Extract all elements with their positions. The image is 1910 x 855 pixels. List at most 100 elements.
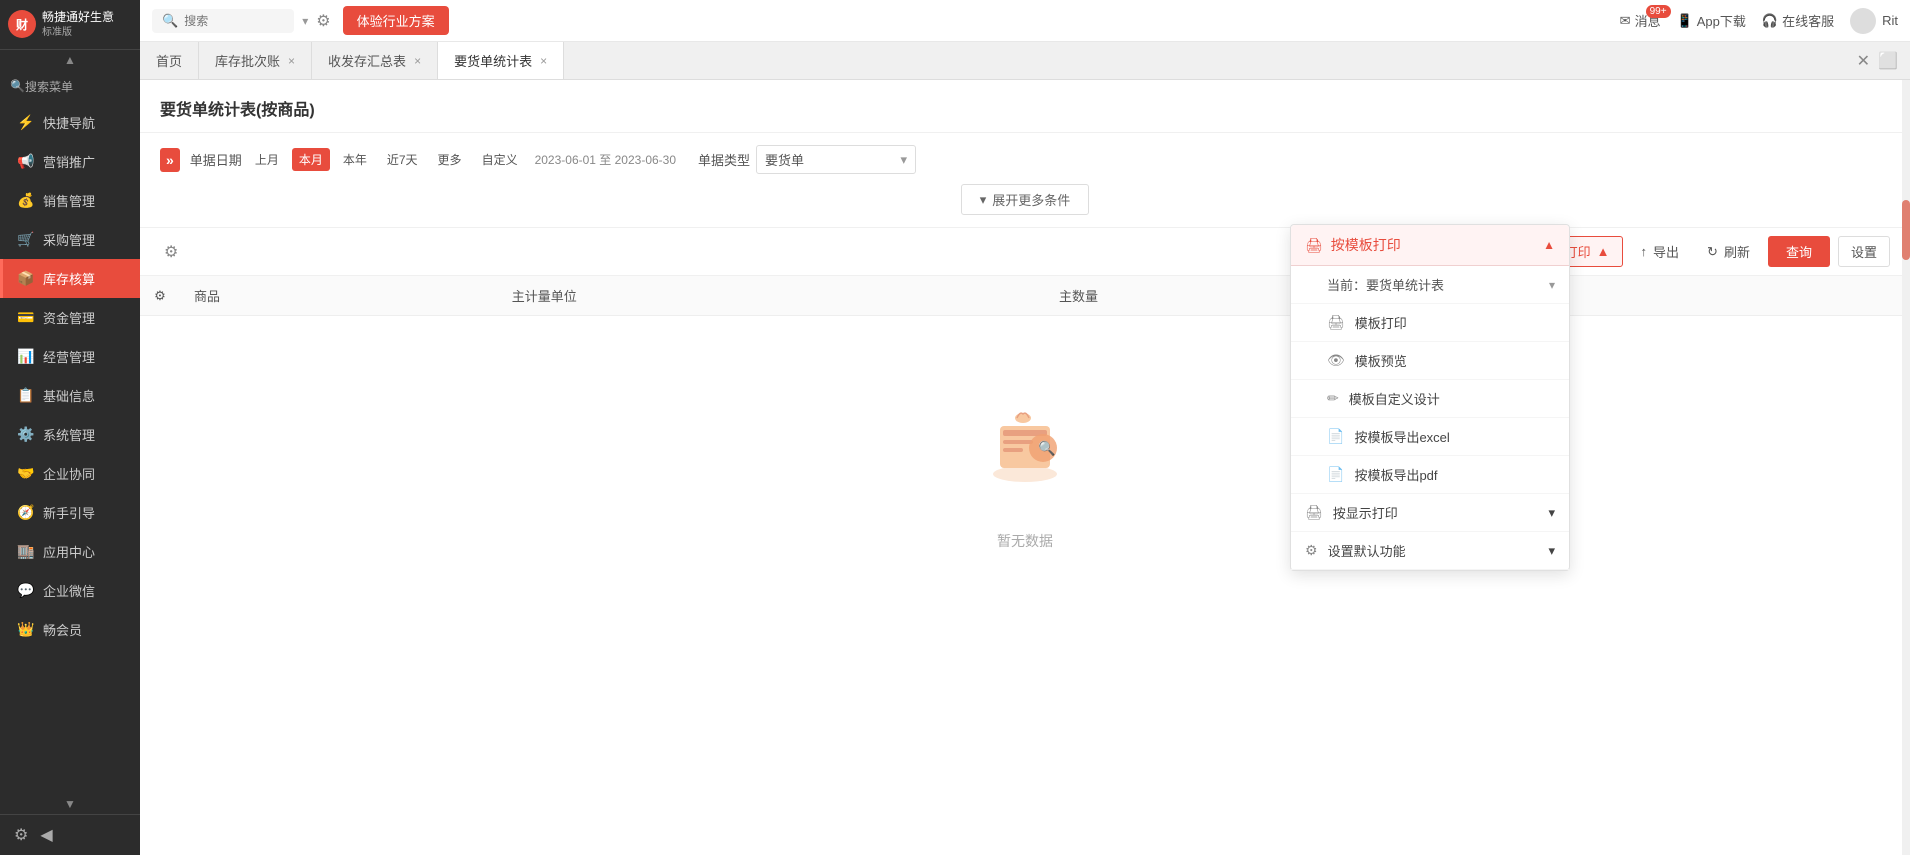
dropdown-set-default-left: ⚙ 设置默认功能 [1305,541,1406,560]
tab-receivable-summary-close[interactable]: × [414,54,421,68]
sidebar-item-sales[interactable]: 💰 销售管理 [0,181,140,220]
type-filter-select[interactable]: 要货单 ▾ [756,145,916,174]
sidebar-item-system[interactable]: ⚙️ 系统管理 [0,415,140,454]
edit-icon: ✏ [1327,390,1339,407]
printer-icon-dropdown: 🖨 [1305,237,1323,254]
tab-home[interactable]: 首页 [140,42,199,80]
topbar-chevron-icon[interactable]: ▾ [302,14,308,28]
tab-bar: 首页 库存批次账 × 收发存汇总表 × 要货单统计表 × ✕ ⬜ [140,42,1910,80]
date-custom-btn[interactable]: 自定义 [475,148,525,171]
topbar-search-box[interactable]: 🔍 [152,9,294,33]
close-window-icon[interactable]: ✕ [1857,51,1870,71]
logo-text: 畅捷通好生意 标准版 [42,10,114,39]
th-product: 商品 [180,276,498,316]
service-icon: 🎧 [1762,13,1778,29]
data-table: ⚙ 商品 主计量单位 主数量 零售金额 [140,276,1910,316]
sidebar-item-label: 经营管理 [43,347,95,366]
date-prev-month-btn[interactable]: 上月 [248,148,286,171]
sidebar-item-marketing[interactable]: 📢 营销推广 [0,142,140,181]
sidebar-item-guide[interactable]: 🧭 新手引导 [0,493,140,532]
sidebar-scroll-up[interactable]: ▲ [0,50,140,70]
sidebar-item-basic[interactable]: 📋 基础信息 [0,376,140,415]
dropdown-item-display-print[interactable]: 🖨 按显示打印 ▾ [1291,494,1569,532]
dropdown-current-label: 当前：要货单统计表 [1327,275,1444,294]
date-current-month-btn[interactable]: 本月 [292,148,330,171]
query-btn[interactable]: 查询 [1768,236,1830,267]
refresh-btn[interactable]: ↻ 刷新 [1697,237,1760,266]
messages-btn[interactable]: ✉ 消息 99+ [1620,11,1661,30]
date-filter-label: 单据日期 [190,150,242,169]
sidebar-item-wxwork[interactable]: 💬 企业微信 [0,571,140,610]
topbar-gear-icon[interactable]: ⚙ [316,11,330,31]
empty-state-text: 暂无数据 [997,531,1053,551]
dropdown-header-left: 🖨 按模板打印 [1305,235,1401,255]
settings-btn[interactable]: 设置 [1838,236,1890,267]
sidebar-item-label: 畅会员 [43,620,82,639]
dropdown-item-export-pdf[interactable]: 📄 按模板导出pdf [1291,456,1569,494]
nav-icon-purchase: 🛒 [17,230,35,248]
download-icon: 📱 [1677,13,1693,29]
tab-order-summary[interactable]: 要货单统计表 × [438,42,564,80]
tab-receivable-summary[interactable]: 收发存汇总表 × [312,42,438,80]
sidebar-item-label: 快捷导航 [43,113,95,132]
dropdown-item-template-design-label: 模板自定义设计 [1349,389,1440,408]
gear-icon: ⚙ [164,244,178,261]
sidebar-item-appstore[interactable]: 🏬 应用中心 [0,532,140,571]
dropdown-item-template-print[interactable]: 🖨 模板打印 [1291,304,1569,342]
date-last7days-btn[interactable]: 近7天 [380,148,425,171]
sidebar-item-purchase[interactable]: 🛒 采购管理 [0,220,140,259]
settings-icon[interactable]: ⚙ [14,825,28,845]
search-input[interactable] [184,14,284,28]
trial-btn[interactable]: 体验行业方案 [343,6,449,35]
page-title: 要货单统计表(按商品) [160,96,1890,120]
tab-order-summary-label: 要货单统计表 [454,51,532,70]
export-label: 导出 [1653,242,1679,261]
app-download-btn[interactable]: 📱 App下载 [1677,11,1746,30]
refresh-icon: ↻ [1707,244,1718,260]
sidebar-item-collab[interactable]: 🤝 企业协同 [0,454,140,493]
column-settings-icon[interactable]: ⚙ [154,288,166,303]
sidebar-item-label: 销售管理 [43,191,95,210]
message-icon: ✉ [1620,13,1631,29]
dropdown-item-set-default[interactable]: ⚙ 设置默认功能 ▾ [1291,532,1569,570]
empty-state: 🔍 暂无数据 [140,316,1910,611]
sidebar-item-finance[interactable]: 💳 资金管理 [0,298,140,337]
date-more-btn[interactable]: 更多 [431,148,469,171]
sidebar-scroll-down[interactable]: ▼ [0,794,140,814]
collapse-icon[interactable]: ◀ [40,825,52,845]
nav-icon-quick: ⚡ [17,113,35,131]
display-print-icon: 🖨 [1305,504,1323,521]
sidebar-item-inventory[interactable]: 📦 库存核算 [0,259,140,298]
more-conditions-btn[interactable]: ▾ 展开更多条件 [961,184,1090,215]
export-btn[interactable]: ↑ 导出 [1631,237,1690,266]
nav-icon-member: 👑 [17,620,35,638]
dropdown-header[interactable]: 🖨 按模板打印 ▲ [1291,225,1569,266]
messages-badge: 99+ [1646,5,1671,18]
tab-inventory-batch-close[interactable]: × [288,54,295,68]
sidebar-item-label: 企业微信 [43,581,95,600]
user-menu[interactable]: Rit [1850,8,1898,34]
online-service-btn[interactable]: 🎧 在线客服 [1762,11,1834,30]
date-range-display: 2023-06-01 至 2023-06-30 [535,151,676,168]
dropdown-item-set-default-label: 设置默认功能 [1328,541,1406,560]
sidebar-item-quick-nav[interactable]: ⚡ 快捷导航 [0,103,140,142]
nav-icon-appstore: 🏬 [17,542,35,560]
sidebar-item-label: 企业协同 [43,464,95,483]
right-scrollbar[interactable] [1902,80,1910,855]
dropdown-item-template-preview[interactable]: 👁 模板预览 [1291,342,1569,380]
filter-expand-btn[interactable]: » [160,148,180,172]
maximize-window-icon[interactable]: ⬜ [1878,51,1898,71]
sidebar-item-member[interactable]: 👑 畅会员 [0,610,140,649]
date-current-year-btn[interactable]: 本年 [336,148,374,171]
dropdown-item-template-design[interactable]: ✏ 模板自定义设计 [1291,380,1569,418]
nav-icon-marketing: 📢 [17,152,35,170]
sidebar-search[interactable]: 🔍 搜索菜单 [0,70,140,103]
sidebar-item-operations[interactable]: 📊 经营管理 [0,337,140,376]
dropdown-current-item[interactable]: 当前：要货单统计表 ▾ [1291,266,1569,304]
nav-icon-inventory: 📦 [17,269,35,287]
tab-order-summary-close[interactable]: × [540,54,547,68]
dropdown-item-export-excel[interactable]: 📄 按模板导出excel [1291,418,1569,456]
tab-inventory-batch[interactable]: 库存批次账 × [199,42,312,80]
table-settings-icon-btn[interactable]: ⚙ [160,238,182,266]
svg-text:🔍: 🔍 [1038,439,1055,457]
